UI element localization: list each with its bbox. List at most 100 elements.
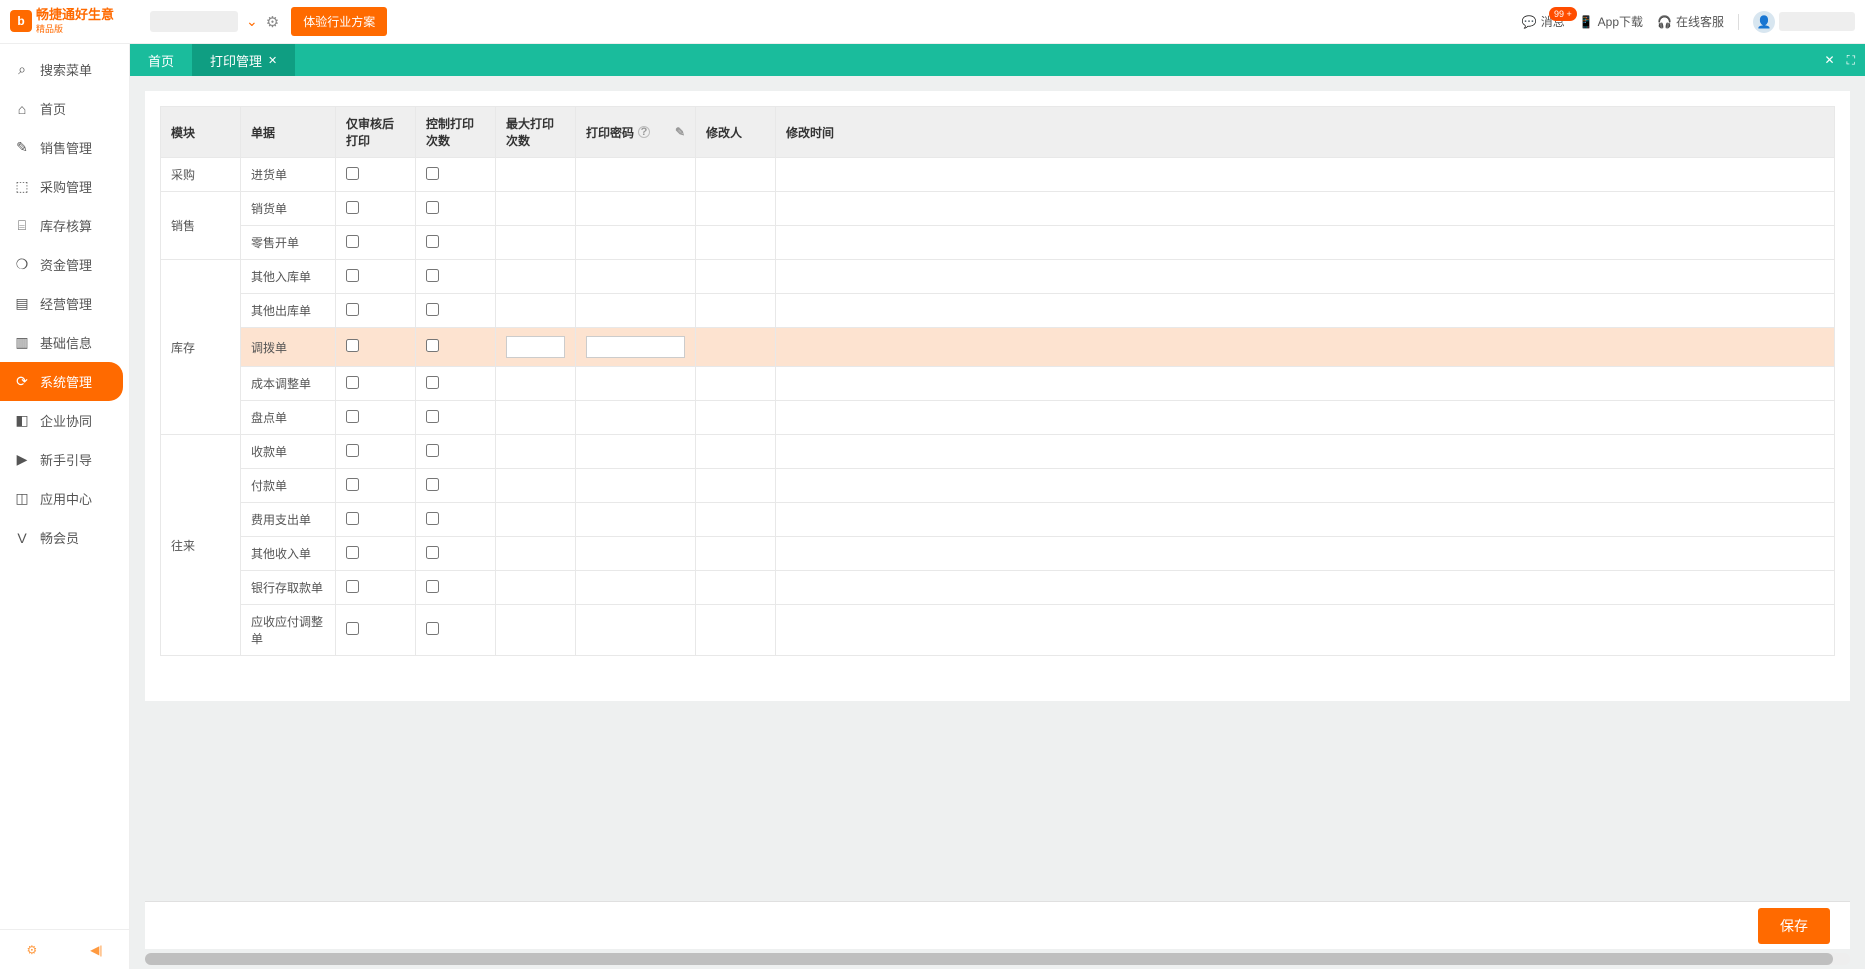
ctrl-count-checkbox[interactable]	[426, 235, 439, 248]
gear-icon[interactable]: ⚙	[266, 13, 279, 31]
sidebar-item-inventory[interactable]: ⌸库存核算	[0, 206, 129, 245]
tabs-bar: 首页打印管理✕ ✕ ⛶	[130, 44, 1865, 76]
mtime-cell	[776, 503, 1835, 537]
sidebar-item-apps[interactable]: ◫应用中心	[0, 479, 129, 518]
mtime-cell	[776, 158, 1835, 192]
app-download-button[interactable]: 📱 App下载	[1579, 13, 1643, 30]
sidebar-item-purchase[interactable]: ⬚采购管理	[0, 167, 129, 206]
close-all-icon[interactable]: ✕	[1825, 53, 1835, 67]
customer-service-button[interactable]: 🎧 在线客服	[1657, 13, 1724, 30]
audit-only-checkbox[interactable]	[346, 235, 359, 248]
edit-icon[interactable]: ✎	[675, 125, 685, 139]
pwd-input[interactable]	[586, 336, 685, 358]
sidebar-item-guide[interactable]: ▶新手引导	[0, 440, 129, 479]
audit-only-checkbox[interactable]	[346, 339, 359, 352]
settings-icon[interactable]: ⚙	[26, 943, 37, 957]
ctrl-count-cell	[416, 158, 496, 192]
ctrl-count-checkbox[interactable]	[426, 622, 439, 635]
messages-button[interactable]: 💬 消息 99 +	[1522, 13, 1565, 30]
sidebar-item-search-menu[interactable]: ⌕搜索菜单	[0, 50, 129, 89]
pwd-cell	[576, 328, 696, 367]
sidebar-item-collab[interactable]: ◧企业协同	[0, 401, 129, 440]
ctrl-count-cell	[416, 571, 496, 605]
table-row: 库存其他入库单	[161, 260, 1835, 294]
collapse-icon[interactable]: ◀|	[90, 943, 102, 957]
sidebar-item-operation[interactable]: ▤经营管理	[0, 284, 129, 323]
horizontal-scrollbar[interactable]	[145, 953, 1850, 965]
doc-cell: 收款单	[241, 435, 336, 469]
tab-打印管理[interactable]: 打印管理✕	[192, 44, 295, 76]
scrollbar-thumb[interactable]	[145, 953, 1833, 965]
audit-only-checkbox[interactable]	[346, 512, 359, 525]
content: 模块 单据 仅审核后打印 控制打印次数 最大打印次数 打印密码 ? ✎	[130, 76, 1865, 901]
sidebar-item-sales[interactable]: ✎销售管理	[0, 128, 129, 167]
pwd-cell	[576, 503, 696, 537]
save-button[interactable]: 保存	[1758, 908, 1830, 944]
mtime-cell	[776, 226, 1835, 260]
max-count-cell	[496, 192, 576, 226]
sidebar-item-basic-info[interactable]: ▥基础信息	[0, 323, 129, 362]
ctrl-count-checkbox[interactable]	[426, 303, 439, 316]
th-mtime: 修改时间	[776, 107, 1835, 158]
mtime-cell	[776, 605, 1835, 656]
ctrl-count-checkbox[interactable]	[426, 339, 439, 352]
ctrl-count-checkbox[interactable]	[426, 410, 439, 423]
sidebar-item-vip[interactable]: V畅会员	[0, 518, 129, 557]
ctrl-count-checkbox[interactable]	[426, 444, 439, 457]
ctrl-count-checkbox[interactable]	[426, 167, 439, 180]
table-row: 采购进货单	[161, 158, 1835, 192]
table-row: 盘点单	[161, 401, 1835, 435]
ctrl-count-checkbox[interactable]	[426, 580, 439, 593]
audit-only-checkbox[interactable]	[346, 444, 359, 457]
audit-only-checkbox[interactable]	[346, 269, 359, 282]
help-icon[interactable]: ?	[638, 126, 650, 138]
ctrl-count-checkbox[interactable]	[426, 269, 439, 282]
table-row: 零售开单	[161, 226, 1835, 260]
max-count-input[interactable]	[506, 336, 565, 358]
max-count-cell	[496, 294, 576, 328]
sidebar-item-system[interactable]: ⟳系统管理	[0, 362, 123, 401]
table-row: 其他收入单	[161, 537, 1835, 571]
audit-only-cell	[336, 469, 416, 503]
close-icon[interactable]: ✕	[268, 54, 277, 67]
max-count-cell	[496, 401, 576, 435]
tenant-selector[interactable]: ⌄ ⚙	[150, 11, 279, 32]
sidebar-item-home[interactable]: ⌂首页	[0, 89, 129, 128]
fullscreen-icon[interactable]: ⛶	[1847, 53, 1855, 68]
tab-首页[interactable]: 首页	[130, 44, 192, 76]
ctrl-count-checkbox[interactable]	[426, 376, 439, 389]
divider	[1738, 14, 1739, 30]
audit-only-checkbox[interactable]	[346, 580, 359, 593]
table-row: 应收应付调整单	[161, 605, 1835, 656]
audit-only-checkbox[interactable]	[346, 478, 359, 491]
audit-only-checkbox[interactable]	[346, 167, 359, 180]
ctrl-count-checkbox[interactable]	[426, 512, 439, 525]
ctrl-count-checkbox[interactable]	[426, 478, 439, 491]
table-row: 其他出库单	[161, 294, 1835, 328]
muser-cell	[696, 605, 776, 656]
mtime-cell	[776, 537, 1835, 571]
sidebar-item-funds[interactable]: ❍资金管理	[0, 245, 129, 284]
audit-only-checkbox[interactable]	[346, 201, 359, 214]
tab-label: 首页	[148, 51, 174, 70]
table-row: 付款单	[161, 469, 1835, 503]
audit-only-checkbox[interactable]	[346, 622, 359, 635]
audit-only-checkbox[interactable]	[346, 303, 359, 316]
user-menu[interactable]: 👤	[1753, 11, 1855, 33]
sidebar-footer: ⚙ ◀|	[0, 929, 129, 969]
ctrl-count-checkbox[interactable]	[426, 201, 439, 214]
doc-cell: 进货单	[241, 158, 336, 192]
trial-button[interactable]: 体验行业方案	[291, 7, 387, 36]
pwd-cell	[576, 571, 696, 605]
doc-cell: 银行存取款单	[241, 571, 336, 605]
doc-cell: 成本调整单	[241, 367, 336, 401]
ctrl-count-cell	[416, 435, 496, 469]
audit-only-checkbox[interactable]	[346, 410, 359, 423]
ctrl-count-checkbox[interactable]	[426, 546, 439, 559]
audit-only-checkbox[interactable]	[346, 376, 359, 389]
mtime-cell	[776, 294, 1835, 328]
sidebar-item-label: 首页	[40, 99, 66, 118]
audit-only-checkbox[interactable]	[346, 546, 359, 559]
sidebar-item-label: 企业协同	[40, 411, 92, 430]
max-count-cell	[496, 158, 576, 192]
